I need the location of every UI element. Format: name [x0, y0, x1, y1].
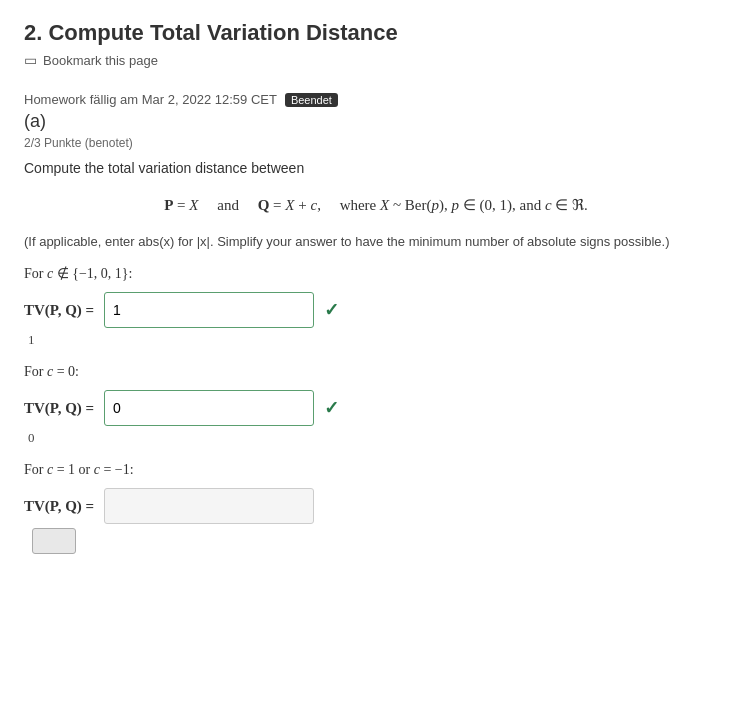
due-text: Homework fällig am Mar 2, 2022 12:59 CET	[24, 92, 277, 107]
case-2-submitted: 0	[28, 430, 728, 446]
case-1-answer-row: TV(P, Q) = ✓	[24, 292, 728, 328]
case-2-check-icon: ✓	[324, 397, 339, 419]
bookmark-label: Bookmark this page	[43, 53, 158, 68]
case-1-label: For c ∉ {−1, 0, 1}:	[24, 265, 728, 282]
case-2-section: For c = 0: TV(P, Q) = ✓ 0	[24, 364, 728, 446]
math-display: P = X and Q = X + c, where X ~ Ber(p), p…	[24, 196, 728, 214]
case-2-tv-label: TV(P, Q) =	[24, 400, 94, 417]
case-3-label: For c = 1 or c = −1:	[24, 462, 728, 478]
case-2-answer-row: TV(P, Q) = ✓	[24, 390, 728, 426]
note-text: (If applicable, enter abs(x) for |x|. Si…	[24, 234, 728, 249]
case-2-label: For c = 0:	[24, 364, 728, 380]
case-3-input[interactable]	[104, 488, 314, 524]
case-1-tv-label: TV(P, Q) =	[24, 302, 94, 319]
case-3-tv-label: TV(P, Q) =	[24, 498, 94, 515]
meta-row: Homework fällig am Mar 2, 2022 12:59 CET…	[24, 92, 728, 107]
problem-description: Compute the total variation distance bet…	[24, 160, 728, 176]
page-title: 2. Compute Total Variation Distance	[24, 20, 728, 46]
case-1-submitted: 1	[28, 332, 728, 348]
case-1-check-icon: ✓	[324, 299, 339, 321]
points-label: 2/3 Punkte (benotet)	[24, 136, 728, 150]
case-3-answer-row: TV(P, Q) =	[24, 488, 728, 524]
status-badge: Beendet	[285, 93, 338, 107]
bookmark-button[interactable]: ▭ Bookmark this page	[24, 52, 728, 68]
case-1-section: For c ∉ {−1, 0, 1}: TV(P, Q) = ✓ 1	[24, 265, 728, 348]
bookmark-icon: ▭	[24, 52, 37, 68]
case-3-section: For c = 1 or c = −1: TV(P, Q) =	[24, 462, 728, 554]
case-1-input[interactable]	[104, 292, 314, 328]
case-2-input[interactable]	[104, 390, 314, 426]
part-label: (a)	[24, 111, 728, 132]
case-3-hint-box[interactable]	[32, 528, 76, 554]
